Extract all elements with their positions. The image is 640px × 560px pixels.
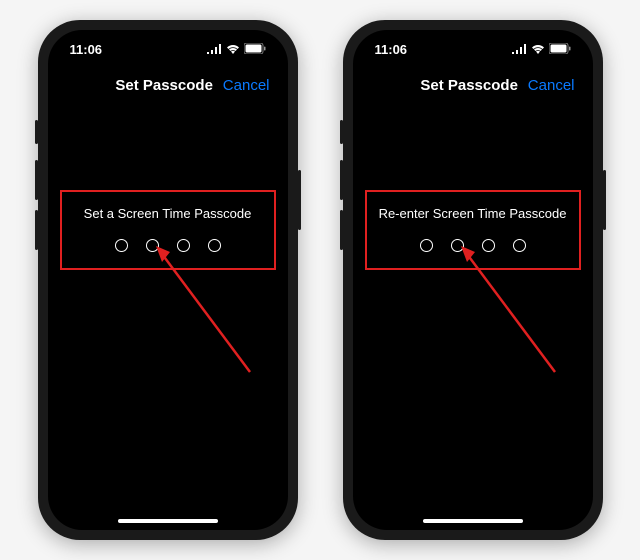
content-area: Set a Screen Time Passcode	[60, 190, 276, 270]
volume-down	[35, 210, 38, 250]
status-time: 11:06	[375, 42, 408, 57]
status-time: 11:06	[70, 42, 103, 57]
mute-switch	[35, 120, 38, 144]
volume-down	[340, 210, 343, 250]
passcode-input[interactable]	[375, 239, 571, 252]
passcode-dot	[177, 239, 190, 252]
wifi-icon	[226, 42, 240, 57]
power-button	[298, 170, 301, 230]
passcode-input[interactable]	[70, 239, 266, 252]
nav-title: Set Passcode	[106, 77, 223, 94]
home-indicator[interactable]	[118, 519, 218, 523]
passcode-prompt: Re-enter Screen Time Passcode	[375, 206, 571, 221]
passcode-dot	[451, 239, 464, 252]
mute-switch	[340, 120, 343, 144]
status-right	[512, 42, 571, 57]
nav-title: Set Passcode	[411, 77, 528, 94]
battery-icon	[244, 42, 266, 57]
passcode-dot	[482, 239, 495, 252]
highlight-annotation: Re-enter Screen Time Passcode	[365, 190, 581, 270]
cancel-button[interactable]: Cancel	[223, 77, 270, 94]
status-bar: 11:06	[353, 30, 593, 61]
cellular-signal-icon	[512, 42, 527, 57]
content-area: Re-enter Screen Time Passcode	[365, 190, 581, 270]
passcode-prompt: Set a Screen Time Passcode	[70, 206, 266, 221]
screen: 11:06 Set Passcode Cancel Set a Screen T…	[48, 30, 288, 530]
highlight-annotation: Set a Screen Time Passcode	[60, 190, 276, 270]
iphone-mockup-left: 11:06 Set Passcode Cancel Set a Screen T…	[38, 20, 298, 540]
cancel-button[interactable]: Cancel	[528, 77, 575, 94]
screen: 11:06 Set Passcode Cancel Re-enter Scree…	[353, 30, 593, 530]
power-button	[603, 170, 606, 230]
nav-bar: Set Passcode Cancel	[48, 61, 288, 104]
status-right	[207, 42, 266, 57]
nav-bar: Set Passcode Cancel	[353, 61, 593, 104]
home-indicator[interactable]	[423, 519, 523, 523]
status-bar: 11:06	[48, 30, 288, 61]
cellular-signal-icon	[207, 42, 222, 57]
iphone-mockup-right: 11:06 Set Passcode Cancel Re-enter Scree…	[343, 20, 603, 540]
passcode-dot	[115, 239, 128, 252]
wifi-icon	[531, 42, 545, 57]
passcode-dot	[420, 239, 433, 252]
battery-icon	[549, 42, 571, 57]
passcode-dot	[208, 239, 221, 252]
volume-up	[340, 160, 343, 200]
volume-up	[35, 160, 38, 200]
passcode-dot	[513, 239, 526, 252]
passcode-dot	[146, 239, 159, 252]
